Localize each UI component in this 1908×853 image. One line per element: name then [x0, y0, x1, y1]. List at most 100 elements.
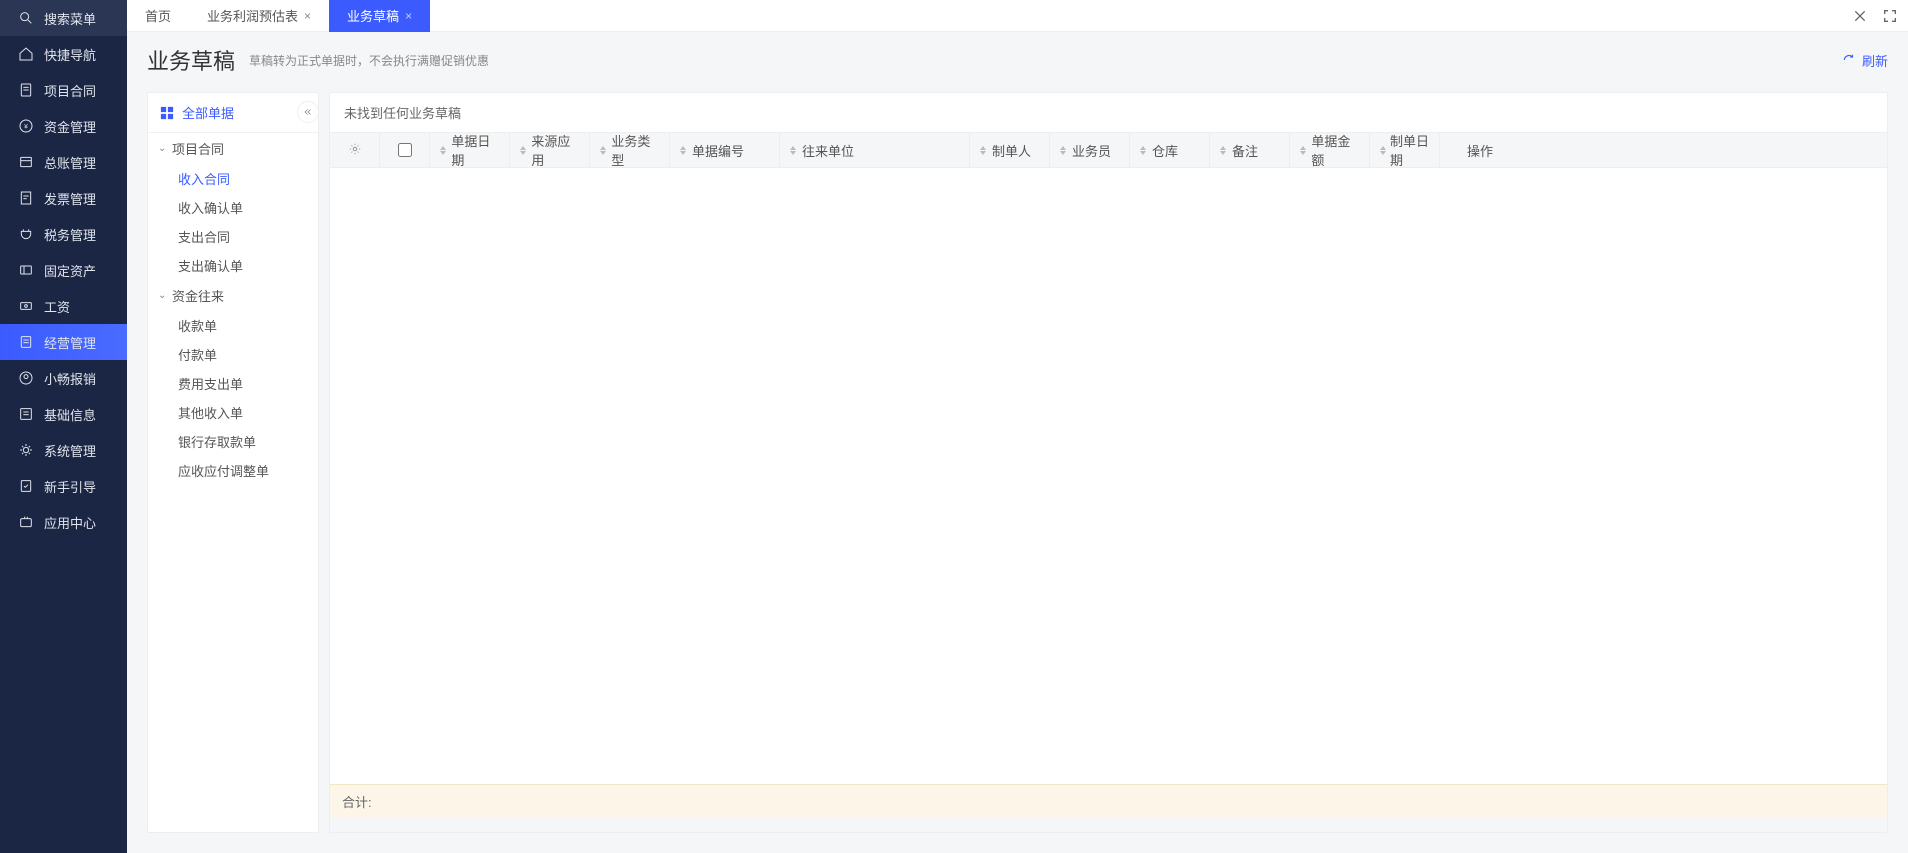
category-group-fund[interactable]: ⌄ 资金往来 — [148, 280, 318, 311]
tax-icon — [18, 226, 34, 242]
table-header-row: 单据日期 来源应用 业务类型 单据编号 往来单位 制单人 业务员 仓库 备注 单… — [330, 132, 1887, 168]
tab-label: 首页 — [145, 6, 171, 25]
sort-icon — [1060, 144, 1068, 156]
sidebar-item-label: 工资 — [44, 297, 70, 316]
close-icon[interactable]: × — [405, 9, 412, 23]
sidebar-item-label: 税务管理 — [44, 225, 96, 244]
column-header-date[interactable]: 单据日期 — [430, 133, 510, 167]
column-header-operation: 操作 — [1440, 133, 1520, 167]
ledger-icon — [18, 154, 34, 170]
system-icon — [18, 442, 34, 458]
tab-business-draft[interactable]: 业务草稿 × — [329, 0, 430, 32]
close-all-tabs-button[interactable] — [1850, 6, 1870, 26]
category-group-label: 项目合同 — [172, 139, 224, 158]
column-header-maker[interactable]: 制单人 — [970, 133, 1050, 167]
sort-icon — [790, 144, 798, 156]
footer-total-label: 合计: — [342, 792, 372, 811]
category-item-other-income[interactable]: 其他收入单 — [148, 398, 318, 427]
sort-icon — [600, 144, 607, 156]
category-item-bank-transfer[interactable]: 银行存取款单 — [148, 427, 318, 456]
category-item-payment[interactable]: 付款单 — [148, 340, 318, 369]
money-icon: ¥ — [18, 118, 34, 134]
sidebar-item-fund[interactable]: ¥ 资金管理 — [0, 108, 127, 144]
sidebar-item-label: 快捷导航 — [44, 45, 96, 64]
sidebar-item-asset[interactable]: 固定资产 — [0, 252, 127, 288]
fullscreen-button[interactable] — [1880, 6, 1900, 26]
sidebar-item-ledger[interactable]: 总账管理 — [0, 144, 127, 180]
salary-icon — [18, 298, 34, 314]
page-header: 业务草稿 草稿转为正式单据时，不会执行满赠促销优惠 刷新 — [127, 32, 1908, 92]
category-item-expense-confirm[interactable]: 支出确认单 — [148, 251, 318, 280]
sidebar-item-invoice[interactable]: 发票管理 — [0, 180, 127, 216]
sidebar-item-search[interactable]: 搜索菜单 — [0, 0, 127, 36]
sidebar-item-label: 发票管理 — [44, 189, 96, 208]
table-body — [330, 168, 1887, 784]
sidebar-item-quicknav[interactable]: 快捷导航 — [0, 36, 127, 72]
sidebar-item-label: 应用中心 — [44, 513, 96, 532]
business-icon — [18, 334, 34, 350]
sort-icon — [1300, 144, 1307, 156]
chevron-down-icon: ⌄ — [158, 143, 168, 154]
tab-home[interactable]: 首页 — [127, 0, 189, 32]
sidebar-item-label: 经营管理 — [44, 333, 96, 352]
collapse-panel-button[interactable] — [297, 101, 319, 123]
column-settings-button[interactable] — [330, 133, 380, 167]
select-all-checkbox[interactable] — [398, 143, 412, 157]
sidebar-item-contract[interactable]: 项目合同 — [0, 72, 127, 108]
column-header-type[interactable]: 业务类型 — [590, 133, 670, 167]
page-subtitle: 草稿转为正式单据时，不会执行满赠促销优惠 — [249, 52, 489, 69]
horizontal-scrollbar[interactable] — [330, 818, 1887, 832]
column-header-make-date[interactable]: 制单日期 — [1370, 133, 1440, 167]
home-icon — [18, 46, 34, 62]
sidebar-item-label: 固定资产 — [44, 261, 96, 280]
column-header-amount[interactable]: 单据金额 — [1290, 133, 1370, 167]
category-item-expense-contract[interactable]: 支出合同 — [148, 222, 318, 251]
column-header-source[interactable]: 来源应用 — [510, 133, 590, 167]
category-header-label: 全部单据 — [182, 103, 234, 122]
column-header-partner[interactable]: 往来单位 — [780, 133, 970, 167]
grid-icon — [160, 106, 174, 120]
main-area: 首页 业务利润预估表 × 业务草稿 × 业务草稿 草稿转为正式单据 — [127, 0, 1908, 853]
sidebar-item-label: 搜索菜单 — [44, 9, 96, 28]
sidebar-item-expense[interactable]: 小畅报销 — [0, 360, 127, 396]
sidebar-item-label: 系统管理 — [44, 441, 96, 460]
column-header-docno[interactable]: 单据编号 — [670, 133, 780, 167]
content-area: 全部单据 ⌄ 项目合同 收入合同 收入确认单 支出合同 支出确认单 ⌄ 资金往来… — [127, 92, 1908, 853]
sidebar-item-salary[interactable]: 工资 — [0, 288, 127, 324]
column-header-remark[interactable]: 备注 — [1210, 133, 1290, 167]
category-item-ar-ap-adjust[interactable]: 应收应付调整单 — [148, 456, 318, 485]
invoice-icon — [18, 190, 34, 206]
category-item-expense-doc[interactable]: 费用支出单 — [148, 369, 318, 398]
table-panel: 未找到任何业务草稿 单据日期 来源应用 业务类型 单据编号 往来单位 — [329, 92, 1888, 833]
asset-icon — [18, 262, 34, 278]
category-panel: 全部单据 ⌄ 项目合同 收入合同 收入确认单 支出合同 支出确认单 ⌄ 资金往来… — [147, 92, 319, 833]
tab-profit-estimate[interactable]: 业务利润预估表 × — [189, 0, 329, 32]
category-item-income-contract[interactable]: 收入合同 — [148, 164, 318, 193]
sidebar-item-tax[interactable]: 税务管理 — [0, 216, 127, 252]
sort-icon — [1220, 144, 1228, 156]
sidebar-item-business[interactable]: 经营管理 — [0, 324, 127, 360]
apps-icon — [18, 514, 34, 530]
sidebar-item-system[interactable]: 系统管理 — [0, 432, 127, 468]
tabs-bar: 首页 业务利润预估表 × 业务草稿 × — [127, 0, 1908, 32]
column-header-warehouse[interactable]: 仓库 — [1130, 133, 1210, 167]
column-header-sales[interactable]: 业务员 — [1050, 133, 1130, 167]
close-icon[interactable]: × — [304, 9, 311, 23]
main-sidebar: 搜索菜单 快捷导航 项目合同 ¥ 资金管理 总账管理 发票管理 税务管理 固定资 — [0, 0, 127, 853]
sort-icon — [980, 144, 988, 156]
category-item-income-confirm[interactable]: 收入确认单 — [148, 193, 318, 222]
sidebar-item-label: 总账管理 — [44, 153, 96, 172]
sort-icon — [440, 144, 447, 156]
sidebar-item-apps[interactable]: 应用中心 — [0, 504, 127, 540]
refresh-button[interactable]: 刷新 — [1842, 51, 1888, 70]
tab-label: 业务草稿 — [347, 6, 399, 25]
category-group-label: 资金往来 — [172, 286, 224, 305]
search-icon — [18, 10, 34, 26]
sort-icon — [1380, 144, 1386, 156]
category-item-receipt[interactable]: 收款单 — [148, 311, 318, 340]
category-header[interactable]: 全部单据 — [148, 93, 318, 133]
category-group-contract[interactable]: ⌄ 项目合同 — [148, 133, 318, 164]
sidebar-item-baseinfo[interactable]: 基础信息 — [0, 396, 127, 432]
page-title: 业务草稿 — [147, 44, 235, 76]
sidebar-item-guide[interactable]: 新手引导 — [0, 468, 127, 504]
